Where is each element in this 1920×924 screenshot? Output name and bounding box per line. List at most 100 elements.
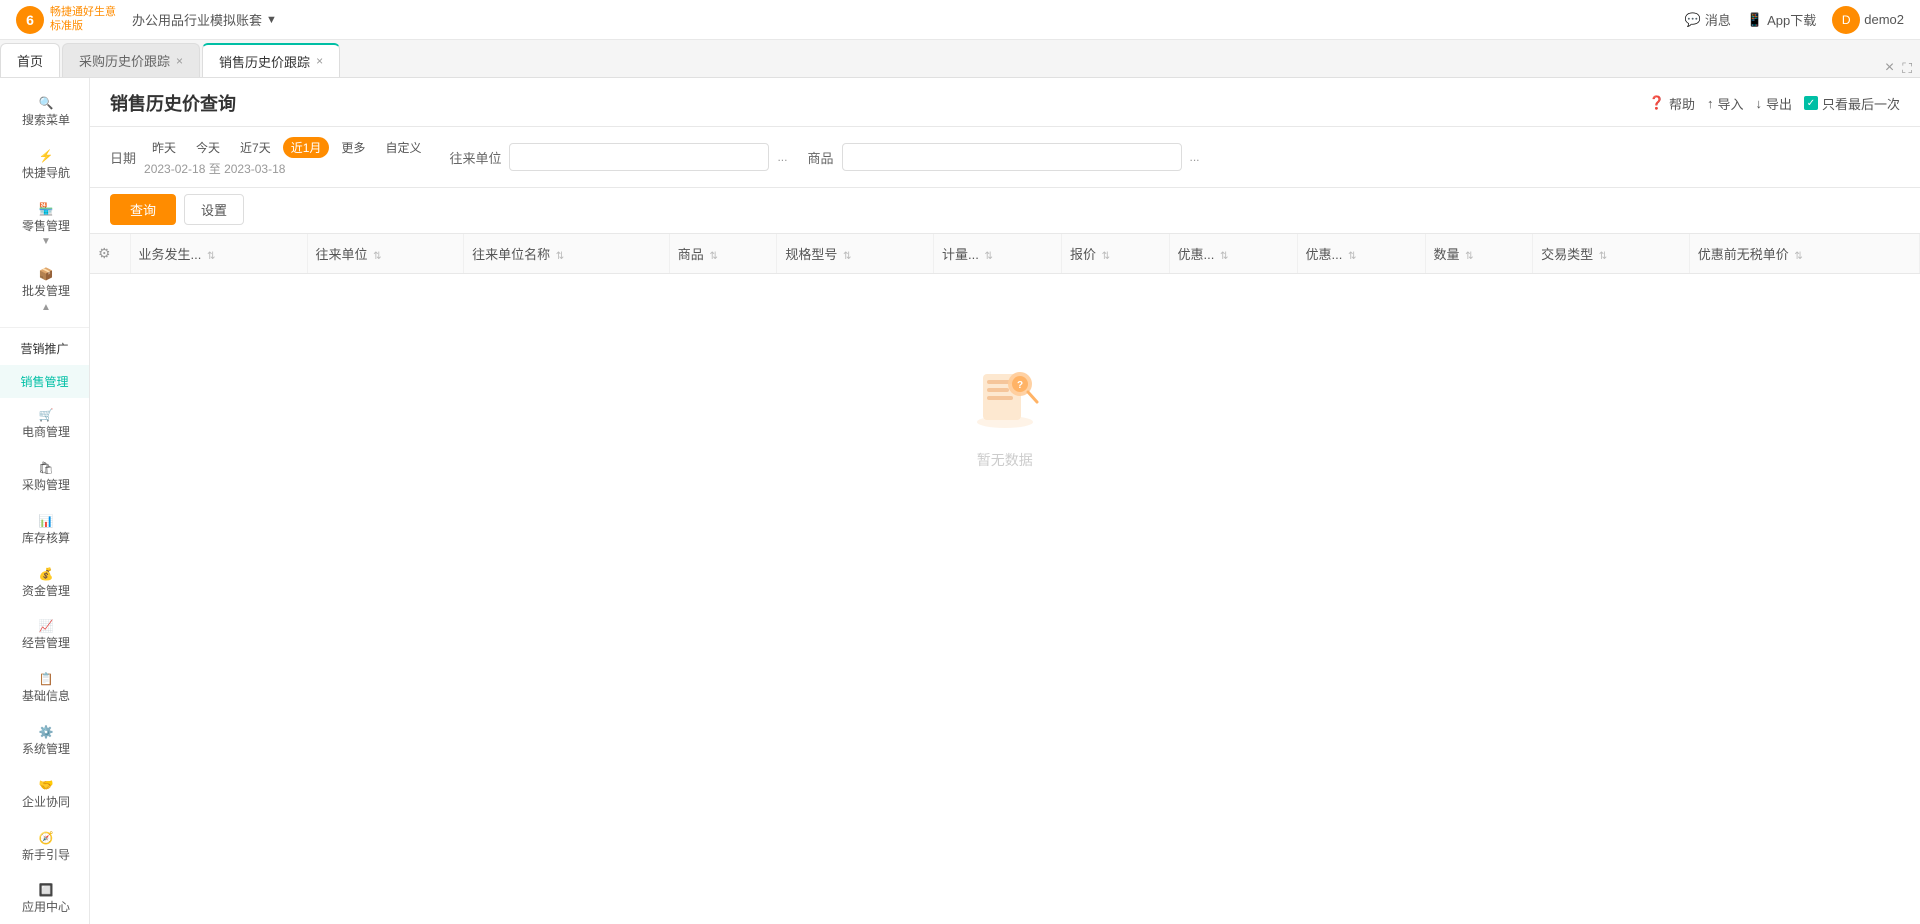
chevron-down-icon: ▼ <box>41 236 51 247</box>
sort-arrows-pre-tax: ⇅ <box>1794 251 1802 262</box>
gear-icon[interactable]: ⚙ <box>98 245 111 261</box>
help-icon: ❓ <box>1649 95 1665 111</box>
sidebar-item-wholesale-mgmt[interactable]: 📦 批发管理 ▲ <box>0 257 89 323</box>
chip-yesterday[interactable]: 昨天 <box>144 137 184 158</box>
goods-filter-label: 商品 <box>807 148 833 167</box>
retail-icon: 🏪 <box>39 202 54 216</box>
import-button[interactable]: ↑ 导入 <box>1707 94 1744 113</box>
partner-input[interactable] <box>509 143 769 171</box>
tab-sales-history-label: 销售历史价跟踪 <box>219 52 310 71</box>
collab-icon: 🤝 <box>39 778 54 792</box>
chip-more[interactable]: 更多 <box>333 137 373 158</box>
sidebar-item-quick-nav[interactable]: ⚡ 快捷导航 <box>0 139 89 192</box>
sidebar-item-inventory[interactable]: 📊 库存核算 <box>0 504 89 557</box>
tab-home-label: 首页 <box>17 51 43 70</box>
th-quantity[interactable]: 数量 ⇅ <box>1425 234 1533 274</box>
sidebar-item-sales-mgmt[interactable]: 销售管理 <box>0 365 89 398</box>
partner-filter-group: 往来单位 ... <box>449 143 787 171</box>
import-icon: ↑ <box>1707 96 1714 111</box>
export-icon: ↓ <box>1755 96 1762 111</box>
sidebar-item-enterprise-collab[interactable]: 🤝 企业协同 <box>0 768 89 821</box>
sidebar-item-purchase-mgmt[interactable]: 🛍 采购管理 <box>0 451 89 504</box>
partner-field-dots[interactable]: ... <box>777 150 787 164</box>
tab-sales-history-close[interactable]: × <box>316 55 323 67</box>
sort-arrows-spec: ⇅ <box>843 251 851 262</box>
main-layout: 🔍 搜索菜单 ⚡ 快捷导航 🏪 零售管理 ▼ 📦 批发管理 ▲ 营销推广 销售管… <box>0 78 1920 924</box>
chip-last1m[interactable]: 近1月 <box>283 137 330 158</box>
wholesale-icon: 📦 <box>39 267 54 281</box>
goods-input[interactable] <box>842 143 1182 171</box>
sidebar-item-new-guide[interactable]: 🧭 新手引导 <box>0 821 89 874</box>
th-pre-tax[interactable]: 优惠前无税单价 ⇅ <box>1689 234 1919 274</box>
th-biz-date[interactable]: 业务发生... ⇅ <box>130 234 307 274</box>
chip-today[interactable]: 今天 <box>188 137 228 158</box>
help-button[interactable]: ❓ 帮助 <box>1649 94 1695 113</box>
chevron-down-icon: ▼ <box>266 14 277 26</box>
sidebar-item-app-center[interactable]: 🔲 应用中心 <box>0 873 89 924</box>
date-filter-group: 日期 昨天 今天 近7天 近1月 更多 自定义 2023-02-18 至 202… <box>110 137 429 177</box>
sidebar-item-marketing[interactable]: 营销推广 <box>0 332 89 365</box>
page-header: 销售历史价查询 ❓ 帮助 ↑ 导入 ↓ 导出 ✓ <box>90 78 1920 127</box>
sidebar-item-ecom-mgmt[interactable]: 🛒 电商管理 <box>0 398 89 451</box>
sidebar-item-basic-info[interactable]: 📋 基础信息 <box>0 662 89 715</box>
th-discount2[interactable]: 优惠... ⇅ <box>1297 234 1425 274</box>
th-unit[interactable]: 计量... ⇅ <box>933 234 1061 274</box>
empty-state-row: ? 暂无数据 <box>90 274 1920 551</box>
close-all-tabs-button[interactable]: × <box>1885 59 1894 77</box>
sort-arrows-partner-code: ⇅ <box>373 251 381 262</box>
top-bar-right: 💬 消息 📱 App下载 D demo2 <box>1685 6 1904 34</box>
page-title-row: 销售历史价查询 ❓ 帮助 ↑ 导入 ↓ 导出 ✓ <box>110 90 1900 126</box>
date-range-text: 2023-02-18 至 2023-03-18 <box>144 160 429 177</box>
logo-text: 畅捷通好生意 标准版 <box>50 6 116 32</box>
search-menu-icon: 🔍 <box>39 96 54 110</box>
th-partner-code[interactable]: 往来单位 ⇅ <box>307 234 464 274</box>
app-selector[interactable]: 办公用品行业模拟账套 ▼ <box>124 6 285 33</box>
user-profile[interactable]: D demo2 <box>1832 6 1904 34</box>
inventory-icon: 📊 <box>39 514 54 528</box>
settings-button[interactable]: 设置 <box>184 194 244 225</box>
svg-text:?: ? <box>1017 380 1023 391</box>
sidebar-item-search-menu[interactable]: 🔍 搜索菜单 <box>0 86 89 139</box>
chip-custom[interactable]: 自定义 <box>377 137 429 158</box>
page-title: 销售历史价查询 <box>110 90 236 116</box>
ops-icon: 📈 <box>39 619 54 633</box>
export-button[interactable]: ↓ 导出 <box>1755 94 1792 113</box>
query-button[interactable]: 查询 <box>110 194 176 225</box>
tab-sales-history[interactable]: 销售历史价跟踪 × <box>202 43 340 77</box>
chip-last7[interactable]: 近7天 <box>232 137 279 158</box>
basic-icon: 📋 <box>39 672 54 686</box>
message-button[interactable]: 💬 消息 <box>1685 10 1731 29</box>
empty-state: ? 暂无数据 <box>90 274 1920 550</box>
sort-arrows-quoted-price: ⇅ <box>1102 251 1110 262</box>
sort-arrows-discount1: ⇅ <box>1220 251 1228 262</box>
page-actions: ❓ 帮助 ↑ 导入 ↓ 导出 ✓ 只看最后一次 <box>1649 94 1900 113</box>
th-spec[interactable]: 规格型号 ⇅ <box>777 234 934 274</box>
top-bar: 6 畅捷通好生意 标准版 办公用品行业模拟账套 ▼ 💬 消息 📱 App下载 D… <box>0 0 1920 40</box>
empty-state-icon: ? <box>965 354 1045 434</box>
sort-arrows-trade-type: ⇅ <box>1599 251 1607 262</box>
date-chips: 昨天 今天 近7天 近1月 更多 自定义 <box>144 137 429 158</box>
th-quoted-price[interactable]: 报价 ⇅ <box>1061 234 1169 274</box>
sort-arrows-quantity: ⇅ <box>1465 251 1473 262</box>
sidebar-item-ops-mgmt[interactable]: 📈 经营管理 <box>0 609 89 662</box>
app-download-button[interactable]: 📱 App下载 <box>1747 10 1816 29</box>
th-partner-name[interactable]: 往来单位名称 ⇅ <box>464 234 670 274</box>
tab-bar-actions: × ⛶ <box>1885 59 1920 77</box>
sidebar-item-finance-mgmt[interactable]: 💰 资金管理 <box>0 557 89 610</box>
tab-purchase-history-close[interactable]: × <box>176 55 183 67</box>
data-table: ⚙ 业务发生... ⇅ 往来单位 ⇅ 往来单位名称 ⇅ <box>90 234 1920 550</box>
logo-area: 6 畅捷通好生意 标准版 <box>16 6 116 34</box>
logo-icon: 6 <box>16 6 44 34</box>
goods-field-dots[interactable]: ... <box>1190 150 1200 164</box>
th-discount1[interactable]: 优惠... ⇅ <box>1169 234 1297 274</box>
fullscreen-button[interactable]: ⛶ <box>1902 60 1912 77</box>
only-last-checkbox[interactable]: ✓ 只看最后一次 <box>1804 94 1900 113</box>
sidebar-item-retail-mgmt[interactable]: 🏪 零售管理 ▼ <box>0 192 89 258</box>
tab-purchase-history[interactable]: 采购历史价跟踪 × <box>62 43 200 77</box>
sidebar-item-system-mgmt[interactable]: ⚙️ 系统管理 <box>0 715 89 768</box>
date-chips-col: 昨天 今天 近7天 近1月 更多 自定义 2023-02-18 至 2023-0… <box>144 137 429 177</box>
tab-home[interactable]: 首页 <box>0 43 60 77</box>
th-trade-type[interactable]: 交易类型 ⇅ <box>1533 234 1690 274</box>
th-goods[interactable]: 商品 ⇅ <box>669 234 777 274</box>
system-icon: ⚙️ <box>39 725 54 739</box>
